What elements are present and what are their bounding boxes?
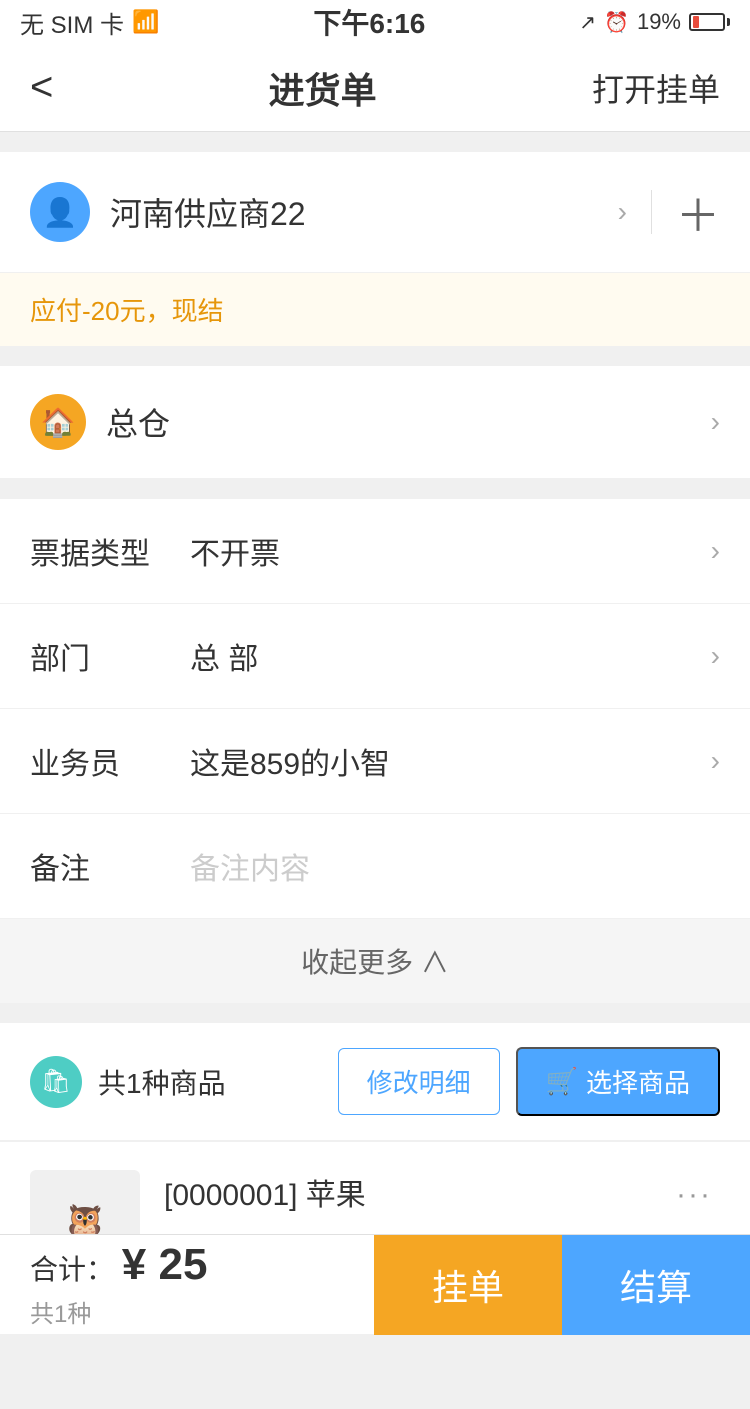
vertical-divider [651, 190, 652, 234]
collapse-label: 收起更多 ∧ [301, 947, 449, 978]
remark-placeholder: 备注内容 [190, 844, 720, 888]
nav-bar: < 进货单 打开挂单 [0, 44, 750, 132]
invoice-type-value: 不开票 [190, 529, 711, 573]
total-amount: ¥ 25 [122, 1240, 208, 1289]
avatar-icon: 👤 [43, 196, 78, 229]
edit-detail-button[interactable]: 修改明细 [338, 1048, 500, 1115]
home-icon: 🏠 [41, 406, 76, 439]
department-value: 总 部 [190, 634, 711, 678]
salesperson-label: 业务员 [30, 739, 170, 783]
department-row[interactable]: 部门 总 部 › [0, 604, 750, 709]
status-bar: 无 SIM 卡 📶 下午6:16 ↗ ⏰ 19% [0, 0, 750, 44]
status-right: ↗ ⏰ 19% [579, 9, 730, 35]
salesperson-value: 这是859的小智 [190, 739, 711, 783]
warehouse-chevron-icon: › [711, 406, 720, 438]
supplier-section: 👤 河南供应商22 › ＋ 应付-20元，现结 [0, 152, 750, 346]
invoice-type-chevron-icon: › [711, 535, 720, 567]
battery-label: 19% [637, 9, 681, 35]
form-section: 票据类型 不开票 › 部门 总 部 › 业务员 这是859的小智 › 备注 备注… [0, 499, 750, 919]
product-code: [0000001] [164, 1179, 306, 1212]
select-product-label: 选择商品 [586, 1063, 690, 1100]
status-time: 下午6:16 [313, 2, 425, 42]
salesperson-chevron-icon: › [711, 745, 720, 777]
section-gap-2 [0, 346, 750, 366]
total-label: 合计： [30, 1254, 114, 1285]
checkout-button[interactable]: 结算 [562, 1235, 750, 1335]
wifi-icon: 📶 [132, 9, 159, 35]
collapse-row[interactable]: 收起更多 ∧ [0, 919, 750, 1003]
select-product-button[interactable]: 🛒 选择商品 [516, 1047, 720, 1116]
add-supplier-button[interactable]: ＋ [676, 180, 720, 244]
info-strip: 应付-20元，现结 [0, 273, 750, 346]
warehouse-name: 总仓 [106, 399, 711, 445]
back-button[interactable]: < [30, 65, 53, 110]
section-gap-3 [0, 479, 750, 499]
remark-row[interactable]: 备注 备注内容 [0, 814, 750, 919]
more-options-button[interactable]: ··· [668, 1170, 720, 1220]
section-gap-4 [0, 1003, 750, 1023]
product-title: 苹果 [306, 1179, 366, 1212]
cart-icon: 🛒 [546, 1066, 578, 1097]
battery-icon [689, 13, 730, 31]
bag-icon: 🛍 [41, 1067, 71, 1096]
total-row: 合计： ¥ 25 [30, 1240, 344, 1290]
invoice-type-row[interactable]: 票据类型 不开票 › [0, 499, 750, 604]
salesperson-row[interactable]: 业务员 这是859的小智 › [0, 709, 750, 814]
alarm-icon: ⏰ [604, 10, 629, 35]
supplier-row: 👤 河南供应商22 › ＋ [0, 152, 750, 273]
supplier-avatar: 👤 [30, 182, 90, 242]
department-label: 部门 [30, 634, 170, 678]
open-hang-button[interactable]: 打开挂单 [592, 65, 720, 111]
section-gap-1 [0, 132, 750, 152]
location-icon: ↗ [579, 10, 596, 35]
products-header: 🛍 共1种商品 修改明细 🛒 选择商品 [0, 1023, 750, 1141]
supplier-name: 河南供应商22 [110, 189, 618, 235]
total-bar: 合计： ¥ 25 共1种 挂单 结算 [0, 1234, 750, 1334]
warehouse-icon: 🏠 [30, 394, 86, 450]
department-chevron-icon: › [711, 640, 720, 672]
products-icon: 🛍 [30, 1056, 82, 1108]
supplier-chevron-icon: › [618, 196, 627, 228]
invoice-type-label: 票据类型 [30, 529, 170, 573]
products-count: 共1种商品 [98, 1062, 338, 1102]
total-count: 共1种 [30, 1294, 344, 1329]
carrier-label: 无 SIM 卡 [20, 5, 124, 40]
warehouse-row[interactable]: 🏠 总仓 › [0, 366, 750, 479]
product-name: [0000001] 苹果 [164, 1170, 658, 1214]
status-carrier: 无 SIM 卡 📶 [20, 5, 159, 40]
hang-button[interactable]: 挂单 [374, 1235, 562, 1335]
total-info: 合计： ¥ 25 共1种 [0, 1240, 374, 1329]
page-title: 进货单 [269, 62, 377, 114]
remark-label: 备注 [30, 844, 170, 888]
